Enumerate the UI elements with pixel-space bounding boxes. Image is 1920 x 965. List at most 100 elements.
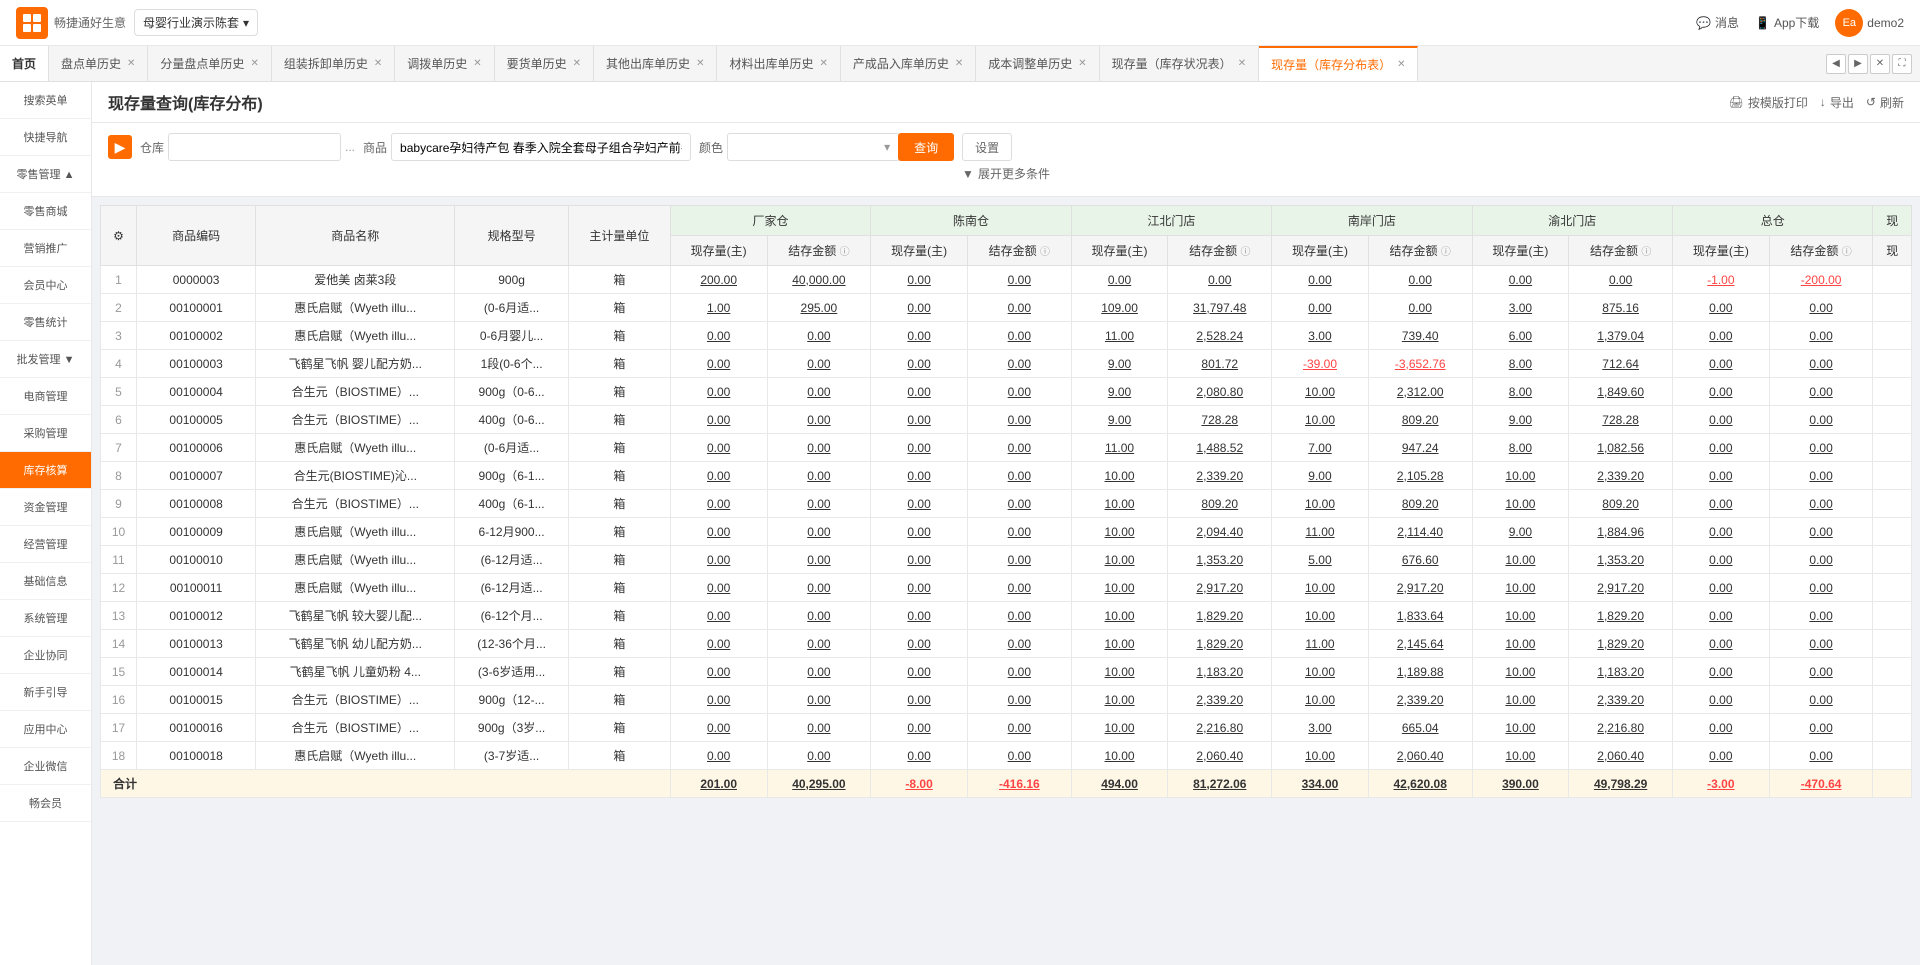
cell-nb-qty[interactable]: 11.00 <box>1272 630 1369 658</box>
cell-t-qty[interactable]: 0.00 <box>1673 658 1770 686</box>
cell-jb-qty[interactable]: 10.00 <box>1071 546 1168 574</box>
tab-next-btn[interactable]: ▶ <box>1848 54 1868 74</box>
cell-nb-amt[interactable]: 2,145.64 <box>1368 630 1472 658</box>
product-input[interactable] <box>391 133 691 161</box>
cell-f-amt[interactable]: 0.00 <box>767 406 871 434</box>
cell-nb-qty[interactable]: 0.00 <box>1272 266 1369 294</box>
sidebar-item-operations[interactable]: 经营管理 <box>0 526 91 563</box>
cell-f-qty[interactable]: 0.00 <box>670 322 767 350</box>
cell-jb-amt[interactable]: 2,528.24 <box>1168 322 1272 350</box>
cell-jb-qty[interactable]: 10.00 <box>1071 686 1168 714</box>
cell-cn-amt[interactable]: 0.00 <box>967 490 1071 518</box>
cell-cn-amt[interactable]: 0.00 <box>967 518 1071 546</box>
cell-cn-amt[interactable]: 0.00 <box>967 378 1071 406</box>
cell-f-qty[interactable]: 0.00 <box>670 546 767 574</box>
cell-jb-amt[interactable]: 809.20 <box>1168 490 1272 518</box>
cell-jb-qty[interactable]: 10.00 <box>1071 574 1168 602</box>
cell-yb-qty[interactable]: 10.00 <box>1472 658 1569 686</box>
cell-cn-qty[interactable]: 0.00 <box>871 602 968 630</box>
cell-cn-qty[interactable]: 0.00 <box>871 546 968 574</box>
cell-t-qty[interactable]: 0.00 <box>1673 350 1770 378</box>
cell-nb-qty[interactable]: 10.00 <box>1272 602 1369 630</box>
cell-yb-qty[interactable]: 0.00 <box>1472 266 1569 294</box>
cell-jb-qty[interactable]: 10.00 <box>1071 630 1168 658</box>
tab-prev-btn[interactable]: ◀ <box>1826 54 1846 74</box>
cell-f-qty[interactable]: 0.00 <box>670 462 767 490</box>
cell-yb-amt[interactable]: 0.00 <box>1569 266 1673 294</box>
cell-nb-qty[interactable]: -39.00 <box>1272 350 1369 378</box>
sidebar-item-member[interactable]: 会员中心 <box>0 267 91 304</box>
cell-nb-amt[interactable]: 739.40 <box>1368 322 1472 350</box>
tab-2[interactable]: 分量盘点单历史 ✕ <box>148 46 271 82</box>
cell-nb-amt[interactable]: 2,339.20 <box>1368 686 1472 714</box>
cell-yb-qty[interactable]: 8.00 <box>1472 378 1569 406</box>
cell-jb-qty[interactable]: 10.00 <box>1071 714 1168 742</box>
cell-t-amt[interactable]: 0.00 <box>1769 518 1873 546</box>
warehouse-input[interactable] <box>168 133 341 161</box>
cell-f-qty[interactable]: 0.00 <box>670 434 767 462</box>
cell-t-qty[interactable]: 0.00 <box>1673 602 1770 630</box>
cell-jb-amt[interactable]: 728.28 <box>1168 406 1272 434</box>
cell-cn-amt[interactable]: 0.00 <box>967 546 1071 574</box>
cell-jb-amt[interactable]: 2,094.40 <box>1168 518 1272 546</box>
sidebar-item-marketing[interactable]: 营销推广 <box>0 230 91 267</box>
tab-close-5[interactable]: ✕ <box>573 58 581 69</box>
cell-nb-qty[interactable]: 3.00 <box>1272 322 1369 350</box>
cell-f-qty[interactable]: 200.00 <box>670 266 767 294</box>
cell-t-amt[interactable]: 0.00 <box>1769 686 1873 714</box>
cell-jb-amt[interactable]: 1,829.20 <box>1168 630 1272 658</box>
cell-cn-qty[interactable]: 0.00 <box>871 406 968 434</box>
tab-close-10[interactable]: ✕ <box>1238 58 1246 69</box>
cell-yb-qty[interactable]: 10.00 <box>1472 714 1569 742</box>
message-action[interactable]: 💬 消息 <box>1696 14 1739 31</box>
cell-t-qty[interactable]: 0.00 <box>1673 322 1770 350</box>
tab-3[interactable]: 组装拆卸单历史 ✕ <box>272 46 395 82</box>
tab-home[interactable]: 首页 <box>0 46 49 82</box>
cell-nb-amt[interactable]: 1,833.64 <box>1368 602 1472 630</box>
cell-cn-qty[interactable]: 0.00 <box>871 378 968 406</box>
cell-t-amt[interactable]: 0.00 <box>1769 630 1873 658</box>
refresh-btn[interactable]: ↺ 刷新 <box>1866 94 1904 111</box>
cell-cn-qty[interactable]: 0.00 <box>871 322 968 350</box>
cell-f-amt[interactable]: 0.00 <box>767 546 871 574</box>
cell-t-amt[interactable]: 0.00 <box>1769 406 1873 434</box>
cell-cn-amt[interactable]: 0.00 <box>967 434 1071 462</box>
cell-yb-qty[interactable]: 10.00 <box>1472 546 1569 574</box>
sidebar-item-ecom[interactable]: 电商管理 <box>0 378 91 415</box>
cell-t-amt[interactable]: 0.00 <box>1769 714 1873 742</box>
cell-yb-amt[interactable]: 2,917.20 <box>1569 574 1673 602</box>
cell-nb-qty[interactable]: 10.00 <box>1272 490 1369 518</box>
cell-f-amt[interactable]: 0.00 <box>767 658 871 686</box>
cell-t-qty[interactable]: 0.00 <box>1673 742 1770 770</box>
cell-cn-amt[interactable]: 0.00 <box>967 462 1071 490</box>
cell-jb-amt[interactable]: 0.00 <box>1168 266 1272 294</box>
cell-nb-qty[interactable]: 10.00 <box>1272 686 1369 714</box>
cell-f-amt[interactable]: 40,000.00 <box>767 266 871 294</box>
cell-nb-qty[interactable]: 11.00 <box>1272 518 1369 546</box>
sidebar-item-retail-mgmt[interactable]: 零售管理 ▲ <box>0 156 91 193</box>
cell-yb-amt[interactable]: 1,884.96 <box>1569 518 1673 546</box>
cell-jb-qty[interactable]: 10.00 <box>1071 462 1168 490</box>
cell-t-amt[interactable]: -200.00 <box>1769 266 1873 294</box>
cell-jb-amt[interactable]: 2,060.40 <box>1168 742 1272 770</box>
cell-jb-amt[interactable]: 1,488.52 <box>1168 434 1272 462</box>
tab-close-1[interactable]: ✕ <box>127 58 135 69</box>
cell-cn-amt[interactable]: 0.00 <box>967 714 1071 742</box>
th-settings[interactable]: ⚙ <box>101 206 137 266</box>
cell-t-qty[interactable]: 0.00 <box>1673 630 1770 658</box>
cell-yb-amt[interactable]: 2,339.20 <box>1569 686 1673 714</box>
cell-f-amt[interactable]: 0.00 <box>767 322 871 350</box>
cell-nb-qty[interactable]: 3.00 <box>1272 714 1369 742</box>
cell-jb-qty[interactable]: 9.00 <box>1071 406 1168 434</box>
cell-t-qty[interactable]: 0.00 <box>1673 686 1770 714</box>
cell-yb-amt[interactable]: 1,183.20 <box>1569 658 1673 686</box>
cell-yb-qty[interactable]: 10.00 <box>1472 574 1569 602</box>
cell-yb-qty[interactable]: 10.00 <box>1472 490 1569 518</box>
cell-nb-qty[interactable]: 5.00 <box>1272 546 1369 574</box>
cell-f-amt[interactable]: 0.00 <box>767 434 871 462</box>
cell-jb-qty[interactable]: 9.00 <box>1071 350 1168 378</box>
cell-jb-qty[interactable]: 11.00 <box>1071 322 1168 350</box>
cell-yb-amt[interactable]: 2,216.80 <box>1569 714 1673 742</box>
app-download-action[interactable]: 📱 App下载 <box>1755 14 1819 31</box>
cell-cn-amt[interactable]: 0.00 <box>967 322 1071 350</box>
